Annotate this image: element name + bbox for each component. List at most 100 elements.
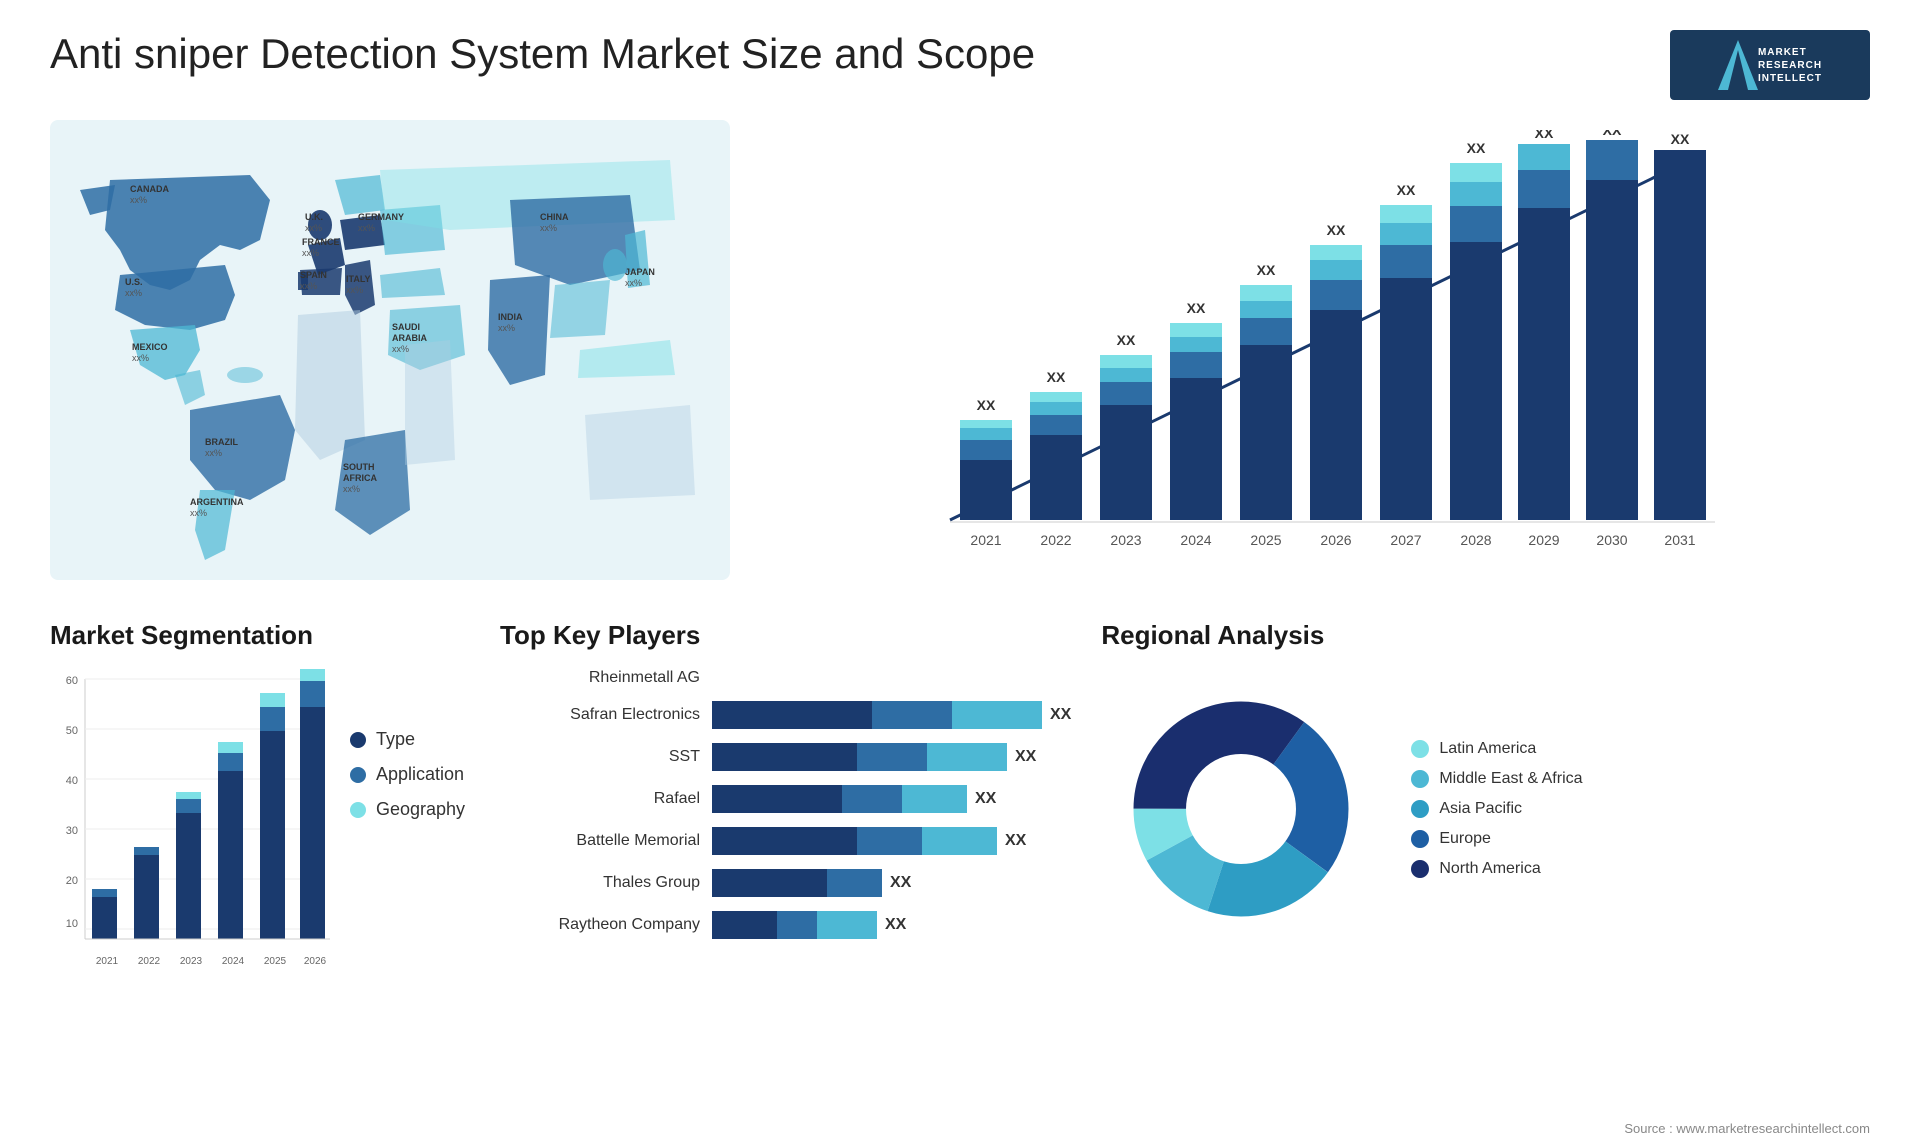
player-bar [712, 785, 967, 813]
legend-application: Application [350, 764, 465, 785]
svg-text:XX: XX [1117, 332, 1136, 348]
legend-geography: Geography [350, 799, 465, 820]
svg-text:xx%: xx% [343, 484, 360, 494]
svg-text:10: 10 [66, 918, 78, 930]
svg-text:xx%: xx% [130, 195, 147, 205]
segmentation-title: Market Segmentation [50, 620, 470, 651]
player-value: XX [890, 874, 911, 892]
svg-text:xx%: xx% [392, 344, 409, 354]
player-name: SST [500, 748, 700, 766]
svg-text:xx%: xx% [190, 508, 207, 518]
svg-text:INDIA: INDIA [498, 312, 523, 322]
reg-legend-apac: Asia Pacific [1411, 800, 1582, 818]
player-value: XX [1005, 832, 1026, 850]
svg-text:20: 20 [66, 875, 78, 887]
svg-text:2026: 2026 [304, 956, 327, 967]
reg-dot-europe [1411, 830, 1429, 848]
svg-text:2031: 2031 [1664, 532, 1695, 548]
svg-text:2028: 2028 [1460, 532, 1491, 548]
regional-legend: Latin America Middle East & Africa Asia … [1411, 740, 1582, 878]
svg-text:XX: XX [977, 397, 996, 413]
donut-chart [1101, 669, 1381, 949]
svg-text:XX: XX [1257, 262, 1276, 278]
header: Anti sniper Detection System Market Size… [50, 30, 1870, 100]
reg-legend-na: North America [1411, 860, 1582, 878]
svg-text:SAUDI: SAUDI [392, 322, 420, 332]
svg-text:ITALY: ITALY [346, 274, 371, 284]
svg-text:xx%: xx% [625, 278, 642, 288]
logo-icon [1718, 40, 1758, 90]
svg-text:xx%: xx% [125, 288, 142, 298]
svg-text:2023: 2023 [1110, 532, 1141, 548]
reg-legend-europe: Europe [1411, 830, 1582, 848]
segmentation-area: Market Segmentation 60 50 40 30 20 10 [50, 620, 470, 1050]
svg-text:xx%: xx% [132, 353, 149, 363]
svg-text:2023: 2023 [180, 956, 203, 967]
svg-text:xx%: xx% [300, 281, 317, 291]
player-name: Thales Group [500, 874, 700, 892]
svg-text:2022: 2022 [138, 956, 161, 967]
svg-text:CANADA: CANADA [130, 184, 169, 194]
player-row: Thales Group XX [500, 869, 1071, 897]
player-bar [712, 869, 882, 897]
svg-text:XX: XX [1187, 300, 1206, 316]
donut-container: Latin America Middle East & Africa Asia … [1101, 669, 1870, 949]
player-bar [712, 827, 997, 855]
seg-chart-container: 60 50 40 30 20 10 2 [50, 669, 470, 989]
svg-text:30: 30 [66, 825, 78, 837]
player-value: XX [885, 916, 906, 934]
player-bar-container: XX [712, 743, 1071, 771]
svg-text:XX: XX [1467, 140, 1486, 156]
bottom-section: Market Segmentation 60 50 40 30 20 10 [50, 620, 1870, 1050]
svg-text:XX: XX [1047, 369, 1066, 385]
logo-area: MARKET RESEARCH INTELLECT [1670, 30, 1870, 100]
player-name: Rheinmetall AG [500, 669, 700, 687]
svg-text:FRANCE: FRANCE [302, 237, 340, 247]
svg-text:2024: 2024 [222, 956, 245, 967]
player-row: Raytheon Company XX [500, 911, 1071, 939]
player-name: Rafael [500, 790, 700, 808]
svg-text:40: 40 [66, 775, 78, 787]
svg-text:2021: 2021 [96, 956, 119, 967]
seg-legend: Type Application Geography [350, 729, 465, 820]
logo-box: MARKET RESEARCH INTELLECT [1670, 30, 1870, 100]
svg-text:XX: XX [1603, 130, 1622, 138]
players-list: Rheinmetall AG Safran Electronics XX [500, 669, 1071, 939]
svg-text:SPAIN: SPAIN [300, 270, 327, 280]
svg-text:U.S.: U.S. [125, 277, 143, 287]
growth-bar-chart: XX 2021 XX 2022 XX 2023 [770, 130, 1870, 570]
player-row: Rheinmetall AG [500, 669, 1071, 687]
map-area: CANADA xx% U.S. xx% MEXICO xx% BRAZIL xx… [50, 120, 730, 600]
reg-legend-latin: Latin America [1411, 740, 1582, 758]
reg-legend-mea: Middle East & Africa [1411, 770, 1582, 788]
player-row: Safran Electronics XX [500, 701, 1071, 729]
svg-text:2026: 2026 [1320, 532, 1351, 548]
svg-text:xx%: xx% [302, 248, 319, 258]
reg-dot-apac [1411, 800, 1429, 818]
svg-text:2027: 2027 [1390, 532, 1421, 548]
page-title: Anti sniper Detection System Market Size… [50, 30, 1035, 78]
svg-text:xx%: xx% [205, 448, 222, 458]
player-row: SST XX [500, 743, 1071, 771]
player-row: Battelle Memorial XX [500, 827, 1071, 855]
svg-text:XX: XX [1397, 182, 1416, 198]
legend-dot-application [350, 767, 366, 783]
svg-text:ARGENTINA: ARGENTINA [190, 497, 244, 507]
player-value: XX [1050, 706, 1071, 724]
player-name: Safran Electronics [500, 706, 700, 724]
svg-text:ARABIA: ARABIA [392, 333, 427, 343]
player-bar-container: XX [712, 911, 1071, 939]
svg-text:XX: XX [1671, 131, 1690, 147]
svg-text:2021: 2021 [970, 532, 1001, 548]
svg-text:xx%: xx% [358, 223, 375, 233]
svg-text:50: 50 [66, 725, 78, 737]
svg-text:xx%: xx% [346, 285, 363, 295]
svg-text:2030: 2030 [1596, 532, 1627, 548]
svg-text:XX: XX [1535, 130, 1554, 141]
svg-text:2029: 2029 [1528, 532, 1559, 548]
player-row: Rafael XX [500, 785, 1071, 813]
legend-type: Type [350, 729, 465, 750]
player-bar [712, 911, 877, 939]
player-bar-container: XX [712, 701, 1071, 729]
svg-text:CHINA: CHINA [540, 212, 569, 222]
